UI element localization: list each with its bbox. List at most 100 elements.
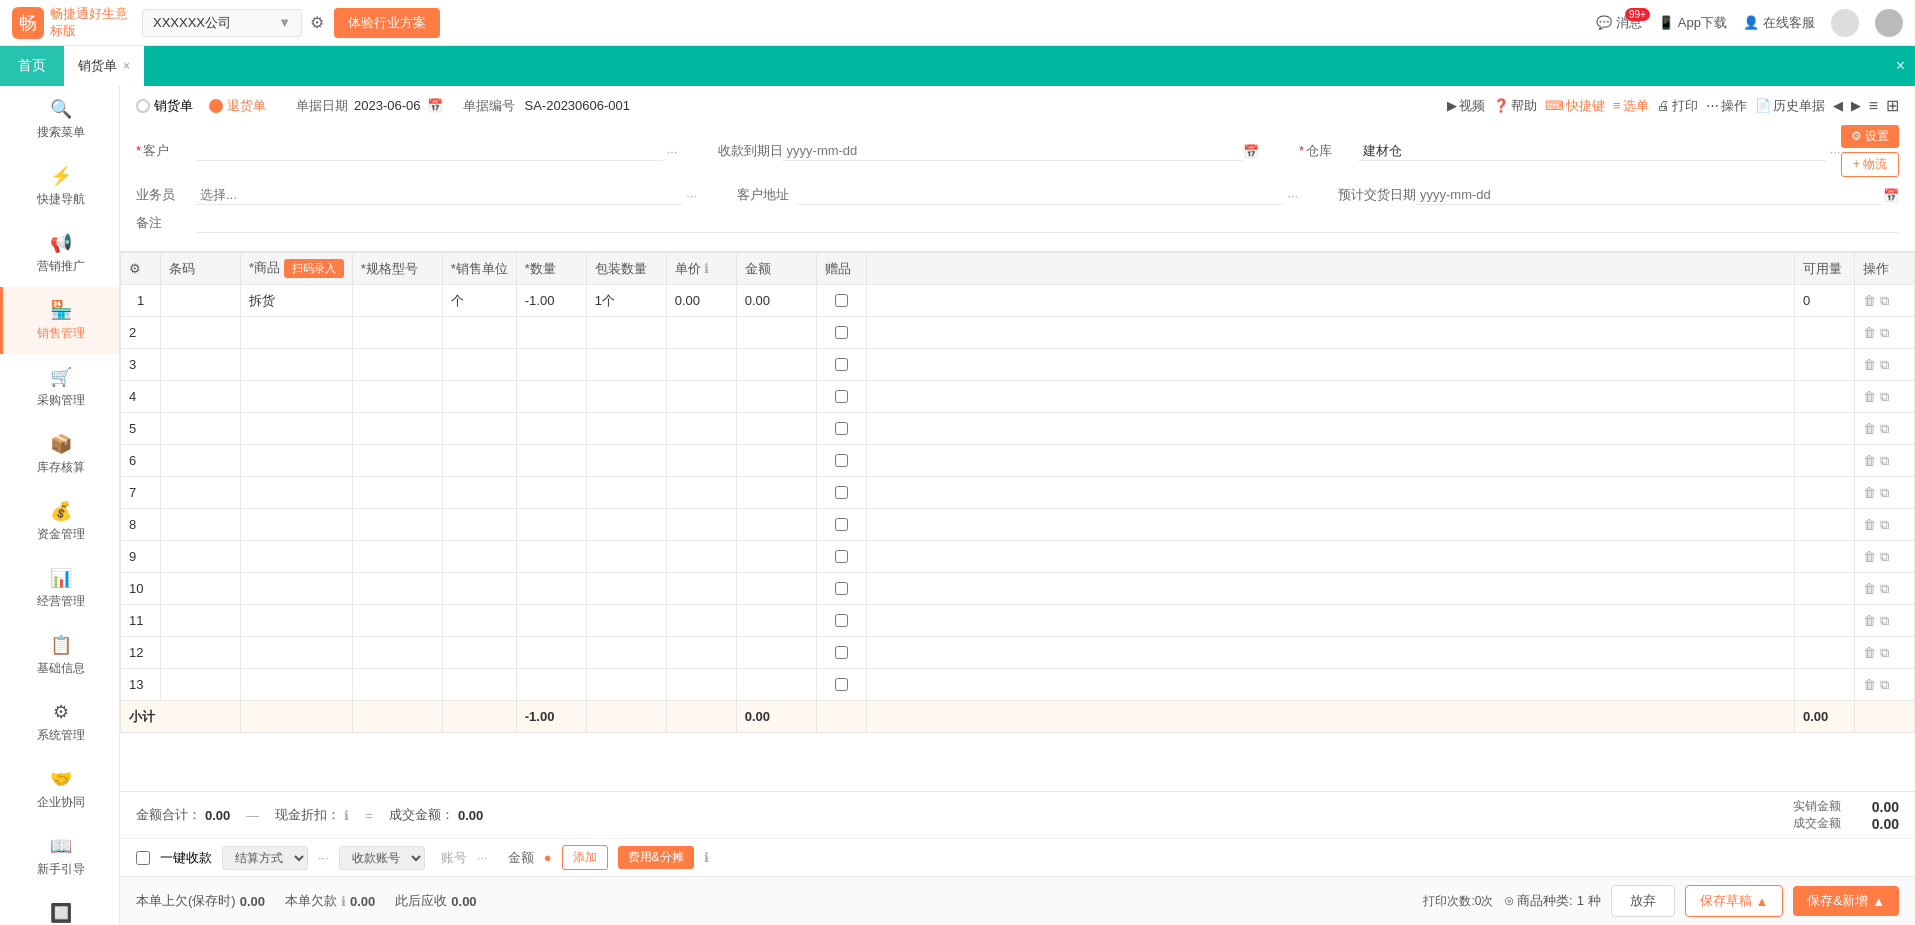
copy-icon[interactable]: ⧉	[1880, 581, 1889, 597]
shortcut-btn[interactable]: ⌨ 快捷键	[1545, 97, 1605, 115]
delete-icon[interactable]: 🗑	[1863, 549, 1876, 565]
customer-input[interactable]	[196, 141, 663, 161]
settlement-account-select[interactable]: 收款账号	[339, 846, 425, 870]
gift-checkbox[interactable]	[835, 358, 848, 371]
gift-checkbox[interactable]	[835, 422, 848, 435]
sidebar-item-enterprise[interactable]: 🤝 企业协同	[0, 756, 119, 823]
due-date-input[interactable]	[783, 141, 1244, 161]
tab-close-icon[interactable]: ×	[123, 59, 130, 73]
salesman-input[interactable]	[196, 185, 682, 205]
settlement-method-select[interactable]: 结算方式	[222, 846, 308, 870]
copy-icon[interactable]: ⧉	[1880, 389, 1889, 405]
delete-icon[interactable]: 🗑	[1863, 645, 1876, 661]
sidebar-item-app-center[interactable]: 🔲 应用中心	[0, 890, 119, 925]
app-download-button[interactable]: 📱 App下载	[1658, 14, 1727, 32]
row-qty[interactable]: -1.00	[516, 285, 586, 317]
gift-checkbox[interactable]	[835, 678, 848, 691]
row-product[interactable]: 拆货	[241, 285, 353, 317]
sidebar-item-sales[interactable]: 🏪 销售管理	[0, 287, 119, 354]
gift-checkbox[interactable]	[835, 326, 848, 339]
nav-prev-icon[interactable]: ◀	[1833, 98, 1843, 113]
gift-checkbox[interactable]	[835, 454, 848, 467]
tab-home[interactable]: 首页	[0, 46, 64, 86]
delete-icon[interactable]: 🗑	[1863, 293, 1876, 309]
sidebar-item-purchase[interactable]: 🛒 采购管理	[0, 354, 119, 421]
gift-checkbox[interactable]	[835, 550, 848, 563]
video-btn[interactable]: ▶ 视频	[1447, 97, 1485, 115]
scan-button[interactable]: 扫码录入	[284, 259, 344, 278]
delete-icon[interactable]: 🗑	[1863, 517, 1876, 533]
tab-sales-order[interactable]: 销货单 ×	[64, 46, 144, 86]
online-service-button[interactable]: 👤 在线客服	[1743, 14, 1815, 32]
warehouse-input[interactable]	[1359, 141, 1826, 161]
row-pkg-qty[interactable]: 1个	[586, 285, 666, 317]
calendar-expected-icon[interactable]: 📅	[1883, 188, 1899, 203]
addr-dots[interactable]: ···	[1287, 188, 1298, 203]
sidebar-item-beginner[interactable]: 📖 新手引导	[0, 823, 119, 890]
row-barcode[interactable]	[161, 285, 241, 317]
gift-checkbox[interactable]	[835, 486, 848, 499]
logistics-button[interactable]: + 物流	[1841, 152, 1899, 177]
delete-icon[interactable]: 🗑	[1863, 325, 1876, 341]
delete-icon[interactable]: 🗑	[1863, 613, 1876, 629]
settings-button[interactable]: ⚙ 设置	[1841, 125, 1899, 148]
account-dots[interactable]: ···	[477, 850, 488, 865]
copy-icon[interactable]: ⧉	[1880, 453, 1889, 469]
copy-icon[interactable]: ⧉	[1880, 325, 1889, 341]
sidebar-item-search[interactable]: 🔍 搜索菜单	[0, 86, 119, 153]
notes-input[interactable]	[196, 213, 1899, 233]
copy-icon[interactable]: ⧉	[1880, 357, 1889, 373]
customer-addr-input[interactable]	[797, 185, 1283, 205]
gear-icon[interactable]: ⚙	[310, 13, 324, 32]
radio-sales[interactable]: 销货单	[136, 97, 193, 115]
copy-icon[interactable]: ⧉	[1880, 485, 1889, 501]
calendar-icon[interactable]: 📅	[427, 98, 443, 113]
gift-checkbox[interactable]	[835, 582, 848, 595]
gift-checkbox[interactable]	[835, 518, 848, 531]
copy-icon[interactable]: ⧉	[1880, 613, 1889, 629]
sidebar-item-system[interactable]: ⚙ 系统管理	[0, 689, 119, 756]
view-list-icon[interactable]: ≡	[1869, 97, 1878, 115]
delete-icon[interactable]: 🗑	[1863, 581, 1876, 597]
sidebar-item-quick-nav[interactable]: ⚡ 快捷导航	[0, 153, 119, 220]
delete-icon[interactable]: 🗑	[1863, 357, 1876, 373]
message-button[interactable]: 💬 消息 99+	[1596, 14, 1642, 32]
sidebar-item-base[interactable]: 📋 基础信息	[0, 622, 119, 689]
salesman-dots[interactable]: ···	[686, 188, 697, 203]
help-btn[interactable]: ❓ 帮助	[1493, 97, 1537, 115]
cost-button[interactable]: 费用&分摊	[618, 846, 694, 869]
tab-bar-close-icon[interactable]: ×	[1896, 57, 1905, 75]
save-draft-button[interactable]: 保存草稿 ▲	[1685, 885, 1784, 917]
copy-icon[interactable]: ⧉	[1880, 549, 1889, 565]
save-new-button[interactable]: 保存&新增 ▲	[1793, 886, 1899, 916]
row-price[interactable]: 0.00	[666, 285, 736, 317]
radio-return[interactable]: 退货单	[209, 97, 266, 115]
trial-button[interactable]: 体验行业方案	[334, 8, 440, 38]
delete-icon[interactable]: 🗑	[1863, 485, 1876, 501]
delete-icon[interactable]: 🗑	[1863, 677, 1876, 693]
row-note[interactable]	[866, 285, 1794, 317]
sidebar-item-inventory[interactable]: 📦 库存核算	[0, 421, 119, 488]
history-btn[interactable]: 📄 历史单据	[1755, 97, 1825, 115]
gift-checkbox[interactable]	[835, 614, 848, 627]
customer-dots[interactable]: ···	[667, 144, 678, 159]
abandon-button[interactable]: 放弃	[1611, 885, 1675, 917]
gift-checkbox[interactable]	[835, 294, 848, 307]
delete-icon[interactable]: 🗑	[1863, 453, 1876, 469]
company-selector[interactable]: XXXXXX公司 ▼	[142, 9, 302, 37]
nav-next-icon[interactable]: ▶	[1851, 98, 1861, 113]
copy-icon[interactable]: ⧉	[1880, 645, 1889, 661]
select-btn[interactable]: ≡ 选单	[1613, 97, 1649, 115]
sidebar-item-business[interactable]: 📊 经营管理	[0, 555, 119, 622]
sidebar-item-finance[interactable]: 💰 资金管理	[0, 488, 119, 555]
view-grid-icon[interactable]: ⊞	[1886, 96, 1899, 115]
settlement-method-dots[interactable]: ···	[318, 850, 329, 865]
print-btn[interactable]: 🖨 打印	[1657, 97, 1698, 115]
calendar-due-icon[interactable]: 📅	[1243, 144, 1259, 159]
gift-checkbox[interactable]	[835, 646, 848, 659]
operation-btn[interactable]: ⋯ 操作	[1706, 97, 1747, 115]
delete-icon[interactable]: 🗑	[1863, 389, 1876, 405]
gift-checkbox[interactable]	[835, 390, 848, 403]
copy-icon[interactable]: ⧉	[1880, 421, 1889, 437]
one-click-payment-checkbox[interactable]	[136, 851, 150, 865]
